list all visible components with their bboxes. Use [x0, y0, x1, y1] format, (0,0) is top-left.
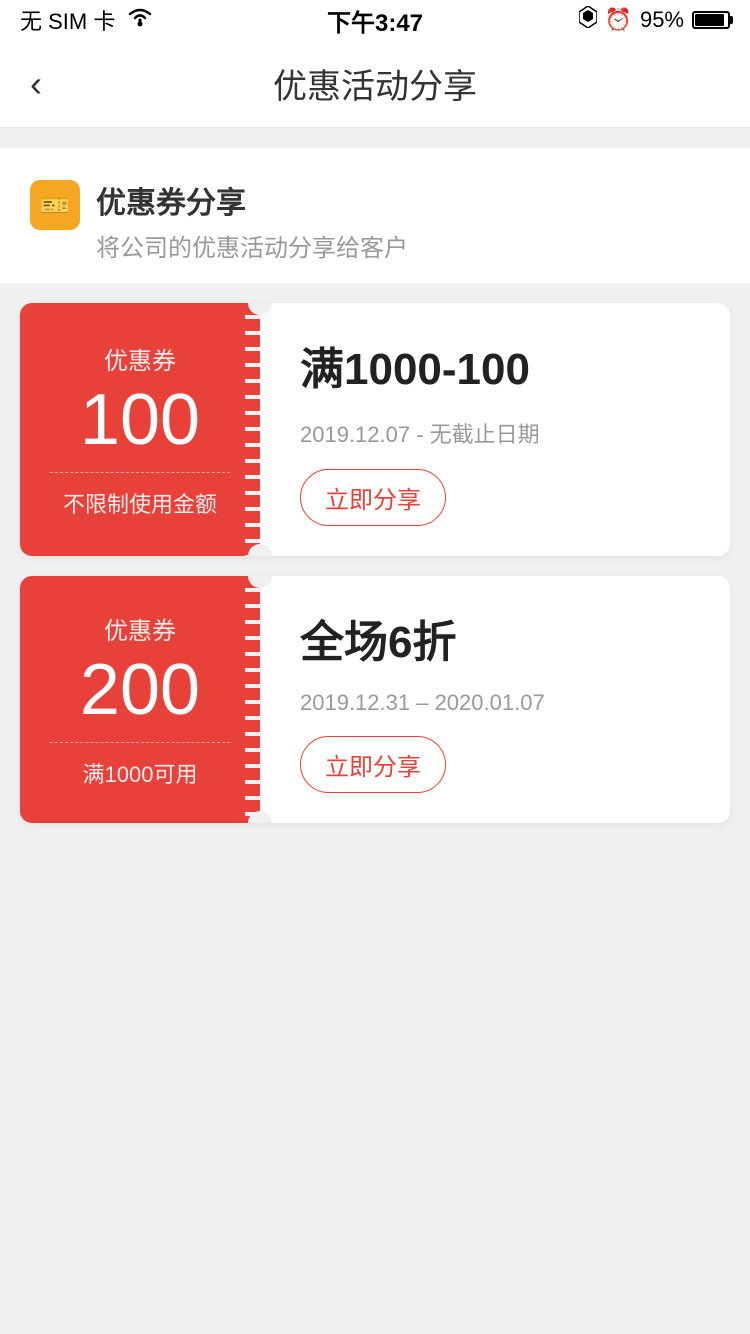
coupon-label-1: 优惠券 — [104, 341, 176, 376]
back-button[interactable]: ‹ — [30, 63, 42, 105]
status-bar: 无 SIM 卡 下午3:47 ⏰ 95% — [0, 0, 750, 40]
battery-icon — [692, 11, 730, 29]
coupon-label-2: 优惠券 — [104, 611, 176, 646]
location-icon — [579, 6, 597, 34]
nav-bar: ‹ 优惠活动分享 — [0, 40, 750, 128]
alarm-icon: ⏰ — [605, 7, 632, 33]
section-title: 优惠券分享 — [96, 178, 408, 222]
coupon-left-2: 优惠券 200 满1000可用 — [20, 576, 260, 823]
share-button-2[interactable]: 立即分享 — [300, 736, 446, 793]
coupon-amount-1: 100 — [80, 384, 200, 456]
section-icon: 🎫 — [30, 180, 80, 230]
section-header: 🎫 优惠券分享 将公司的优惠活动分享给客户 — [0, 148, 750, 283]
battery-text: 95% — [640, 7, 684, 33]
carrier-text: 无 SIM 卡 — [20, 4, 115, 36]
coupon-right-2: 全场6折 2019.12.31 – 2020.01.07 立即分享 — [260, 576, 730, 823]
coupon-title-2: 全场6折 — [300, 606, 700, 670]
section-text: 优惠券分享 将公司的优惠活动分享给客户 — [96, 178, 408, 263]
share-button-1[interactable]: 立即分享 — [300, 469, 446, 526]
coupon-right-1: 满1000-100 2019.12.07 - 无截止日期 立即分享 — [260, 303, 730, 556]
status-left: 无 SIM 卡 — [20, 4, 155, 36]
coupon-meta-1: 2019.12.07 - 无截止日期 — [300, 417, 700, 449]
section-subtitle: 将公司的优惠活动分享给客户 — [96, 228, 408, 263]
coupon-meta-2: 2019.12.31 – 2020.01.07 — [300, 690, 700, 716]
coupon-title-1: 满1000-100 — [300, 333, 700, 397]
coupon-list: 优惠券 100 不限制使用金额 满1000-100 2019.12.07 - 无… — [0, 283, 750, 823]
empty-area — [0, 823, 750, 1223]
wifi-icon — [125, 6, 155, 34]
coupon-amount-2: 200 — [80, 654, 200, 726]
coupon-left-1: 优惠券 100 不限制使用金额 — [20, 303, 260, 556]
coupon-card-1: 优惠券 100 不限制使用金额 满1000-100 2019.12.07 - 无… — [20, 303, 730, 556]
coupon-icon: 🎫 — [40, 191, 70, 220]
coupon-card-2: 优惠券 200 满1000可用 全场6折 2019.12.31 – 2020.0… — [20, 576, 730, 823]
coupon-condition-2: 满1000可用 — [83, 757, 198, 789]
status-right: ⏰ 95% — [579, 6, 730, 34]
status-time: 下午3:47 — [327, 3, 423, 38]
coupon-condition-1: 不限制使用金额 — [63, 487, 217, 519]
page-title: 优惠活动分享 — [273, 59, 477, 108]
